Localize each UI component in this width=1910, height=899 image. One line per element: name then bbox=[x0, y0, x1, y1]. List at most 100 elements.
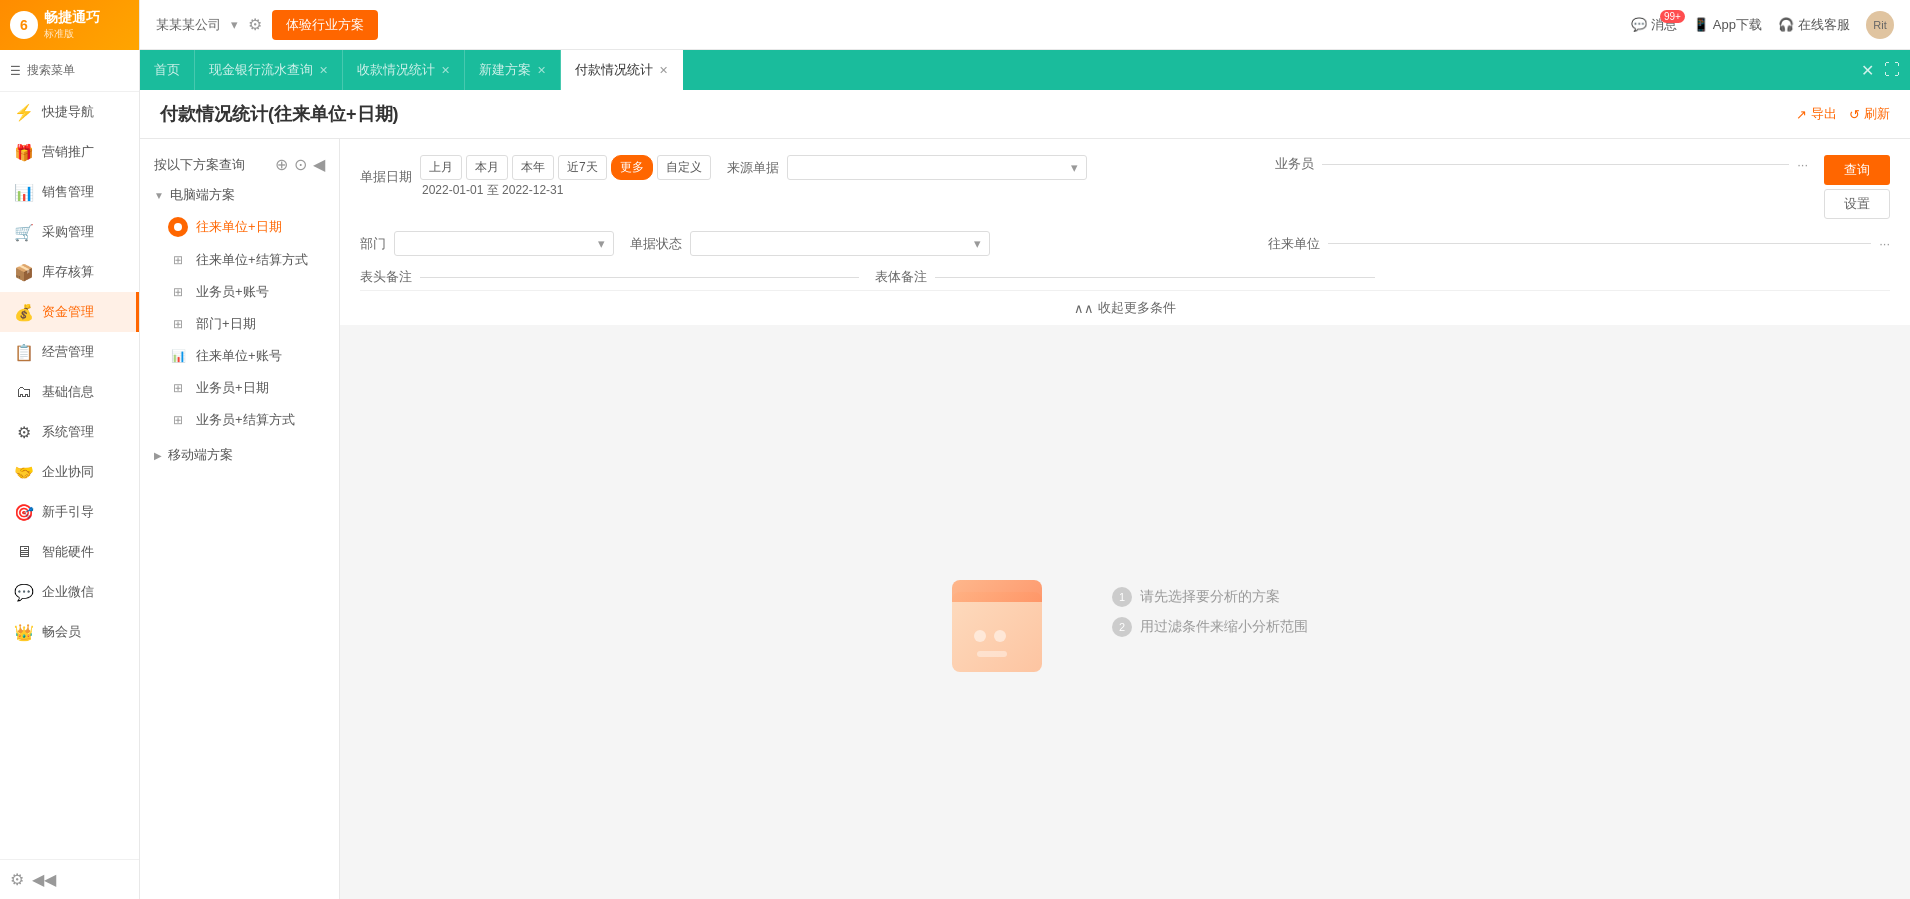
sidebar-item-sales[interactable]: 📊 销售管理 bbox=[0, 172, 139, 212]
voucher-status-label: 单据状态 bbox=[630, 235, 682, 253]
guide-icon: 🎯 bbox=[14, 502, 34, 522]
close-tab-btn[interactable]: ✕ bbox=[1861, 61, 1874, 80]
collapse-conditions-btn[interactable]: ∧∧ 收起更多条件 bbox=[1074, 299, 1176, 317]
scheme-settings-icon[interactable]: ⊙ bbox=[294, 155, 307, 174]
query-button[interactable]: 查询 bbox=[1824, 155, 1890, 185]
scheme-item-staff-account[interactable]: ⊞ 业务员+账号 bbox=[140, 276, 339, 308]
tab-receipt-stats[interactable]: 收款情况统计 ✕ bbox=[343, 50, 465, 90]
scheme-item-label: 往来单位+账号 bbox=[196, 347, 282, 365]
refresh-button[interactable]: ↺ 刷新 bbox=[1849, 105, 1890, 123]
status-chevron-icon bbox=[974, 236, 981, 251]
sidebar-footer: ⚙ ◀◀ bbox=[0, 859, 139, 899]
date-custom[interactable]: 自定义 bbox=[657, 155, 711, 180]
scheme-add-icon[interactable]: ⊕ bbox=[275, 155, 288, 174]
content-area: 1 请先选择要分析的方案 2 用过滤条件来缩小分析范围 bbox=[340, 325, 1910, 899]
sidebar-title: 畅捷通巧 bbox=[44, 9, 100, 27]
sidebar-nav: ⚡ 快捷导航 🎁 营销推广 📊 销售管理 🛒 采购管理 📦 库存核算 💰 bbox=[0, 92, 139, 859]
messages-item[interactable]: 💬 消息 99+ bbox=[1631, 16, 1677, 34]
scheme-grid-icon: ⊞ bbox=[168, 317, 188, 331]
export-icon: ↗ bbox=[1796, 107, 1807, 122]
sidebar-item-system[interactable]: ⚙ 系统管理 bbox=[0, 412, 139, 452]
tab-cash-flow-close[interactable]: ✕ bbox=[319, 64, 328, 77]
basic-icon: 🗂 bbox=[14, 382, 34, 402]
tab-payment-stats-close[interactable]: ✕ bbox=[659, 64, 668, 77]
enterprise-icon: 🤝 bbox=[14, 462, 34, 482]
sidebar-item-label: 畅会员 bbox=[42, 623, 81, 641]
app-download-item[interactable]: 📱 App下载 bbox=[1693, 16, 1762, 34]
sidebar-item-basic[interactable]: 🗂 基础信息 bbox=[0, 372, 139, 412]
tab-cash-flow-label: 现金银行流水查询 bbox=[209, 61, 313, 79]
dept-select[interactable] bbox=[394, 231, 614, 256]
scheme-grid-icon: ⊞ bbox=[168, 285, 188, 299]
hint-num-1: 1 bbox=[1112, 587, 1132, 607]
contact-ellipsis[interactable]: ··· bbox=[1879, 236, 1890, 251]
weixin-icon: 💬 bbox=[14, 582, 34, 602]
online-service-label: 在线客服 bbox=[1798, 16, 1850, 34]
scheme-item-label: 业务员+日期 bbox=[196, 379, 269, 397]
sidebar-item-guide[interactable]: 🎯 新手引导 bbox=[0, 492, 139, 532]
collapse-up-icon: ∧∧ bbox=[1074, 301, 1094, 316]
date-filter-group: 上月 本月 本年 近7天 更多 自定义 2022-01-01 至 2022-12… bbox=[420, 155, 711, 199]
settings-button[interactable]: 设置 bbox=[1824, 189, 1890, 219]
scheme-item-dept-date[interactable]: ⊞ 部门+日期 bbox=[140, 308, 339, 340]
sidebar-item-enterprise[interactable]: 🤝 企业协同 bbox=[0, 452, 139, 492]
collapse-btn-label: 收起更多条件 bbox=[1098, 299, 1176, 317]
illus-box-lid bbox=[952, 580, 1042, 602]
sidebar-item-purchase[interactable]: 🛒 采购管理 bbox=[0, 212, 139, 252]
tab-cash-flow[interactable]: 现金银行流水查询 ✕ bbox=[195, 50, 343, 90]
tab-payment-stats[interactable]: 付款情况统计 ✕ bbox=[561, 50, 683, 90]
sidebar-item-operation[interactable]: 📋 经营管理 bbox=[0, 332, 139, 372]
tab-new-plan-close[interactable]: ✕ bbox=[537, 64, 546, 77]
sidebar-item-inventory[interactable]: 📦 库存核算 bbox=[0, 252, 139, 292]
sidebar-item-member[interactable]: 👑 畅会员 bbox=[0, 612, 139, 652]
scheme-item-label: 部门+日期 bbox=[196, 315, 256, 333]
app-download-label: App下载 bbox=[1713, 16, 1762, 34]
sidebar-item-marketing[interactable]: 🎁 营销推广 bbox=[0, 132, 139, 172]
collapse-sidebar-icon[interactable]: ◀◀ bbox=[32, 870, 56, 889]
trial-button[interactable]: 体验行业方案 bbox=[272, 10, 378, 40]
sidebar-item-hardware[interactable]: 🖥 智能硬件 bbox=[0, 532, 139, 572]
empty-state: 1 请先选择要分析的方案 2 用过滤条件来缩小分析范围 bbox=[942, 552, 1308, 672]
voucher-status-select[interactable] bbox=[690, 231, 990, 256]
tab-bar-actions: ✕ ⛶ bbox=[1851, 50, 1910, 90]
sidebar: 6 畅捷通巧 标准版 ☰ 搜索菜单 ⚡ 快捷导航 🎁 营销推广 📊 销 bbox=[0, 0, 140, 899]
scheme-collapse-icon[interactable]: ◀ bbox=[313, 155, 325, 174]
source-select[interactable] bbox=[787, 155, 1087, 180]
online-service-item[interactable]: 🎧 在线客服 bbox=[1778, 16, 1850, 34]
scheme-item-staff-date[interactable]: ⊞ 业务员+日期 bbox=[140, 372, 339, 404]
tab-new-plan[interactable]: 新建方案 ✕ bbox=[465, 50, 561, 90]
maximize-tab-btn[interactable]: ⛶ bbox=[1884, 61, 1900, 79]
sidebar-item-finance[interactable]: 💰 资金管理 bbox=[0, 292, 139, 332]
body-note-input-area bbox=[935, 277, 1374, 278]
sidebar-item-quick-nav[interactable]: ⚡ 快捷导航 bbox=[0, 92, 139, 132]
main-content: 某某某公司 ▾ ⚙ 体验行业方案 💬 消息 99+ 📱 App下载 🎧 在线客服 bbox=[140, 0, 1910, 899]
export-button[interactable]: ↗ 导出 bbox=[1796, 105, 1837, 123]
scheme-desktop-header[interactable]: ▼ 电脑端方案 bbox=[140, 180, 339, 210]
date-this-year[interactable]: 本年 bbox=[512, 155, 554, 180]
tab-home[interactable]: 首页 bbox=[140, 50, 195, 90]
company-dropdown-arrow[interactable]: ▾ bbox=[231, 17, 238, 32]
settings-footer-icon[interactable]: ⚙ bbox=[10, 870, 24, 889]
date-7days[interactable]: 近7天 bbox=[558, 155, 607, 180]
sidebar-item-label: 基础信息 bbox=[42, 383, 94, 401]
company-settings-icon[interactable]: ⚙ bbox=[248, 15, 262, 34]
search-menu-item[interactable]: ☰ 搜索菜单 bbox=[10, 58, 129, 83]
sidebar-item-label: 采购管理 bbox=[42, 223, 94, 241]
user-avatar[interactable]: Rit bbox=[1866, 11, 1894, 39]
scheme-mobile-header[interactable]: ▶ 移动端方案 bbox=[140, 440, 339, 470]
scheme-item-staff-settle[interactable]: ⊞ 业务员+结算方式 bbox=[140, 404, 339, 436]
tab-receipt-stats-close[interactable]: ✕ bbox=[441, 64, 450, 77]
top-bar: 某某某公司 ▾ ⚙ 体验行业方案 💬 消息 99+ 📱 App下载 🎧 在线客服 bbox=[140, 0, 1910, 50]
sidebar-item-weixin[interactable]: 💬 企业微信 bbox=[0, 572, 139, 612]
date-last-month[interactable]: 上月 bbox=[420, 155, 462, 180]
date-this-month[interactable]: 本月 bbox=[466, 155, 508, 180]
export-label: 导出 bbox=[1811, 105, 1837, 123]
purchase-icon: 🛒 bbox=[14, 222, 34, 242]
staff-ellipsis[interactable]: ··· bbox=[1797, 157, 1808, 172]
date-more[interactable]: 更多 bbox=[611, 155, 653, 180]
scheme-item-contact-date[interactable]: 往来单位+日期 bbox=[140, 210, 339, 244]
scheme-item-contact-account[interactable]: 📊 往来单位+账号 bbox=[140, 340, 339, 372]
scheme-panel-title: 按以下方案查询 bbox=[154, 156, 245, 174]
scheme-group-arrow-icon: ▼ bbox=[154, 190, 164, 201]
scheme-item-contact-settle[interactable]: ⊞ 往来单位+结算方式 bbox=[140, 244, 339, 276]
